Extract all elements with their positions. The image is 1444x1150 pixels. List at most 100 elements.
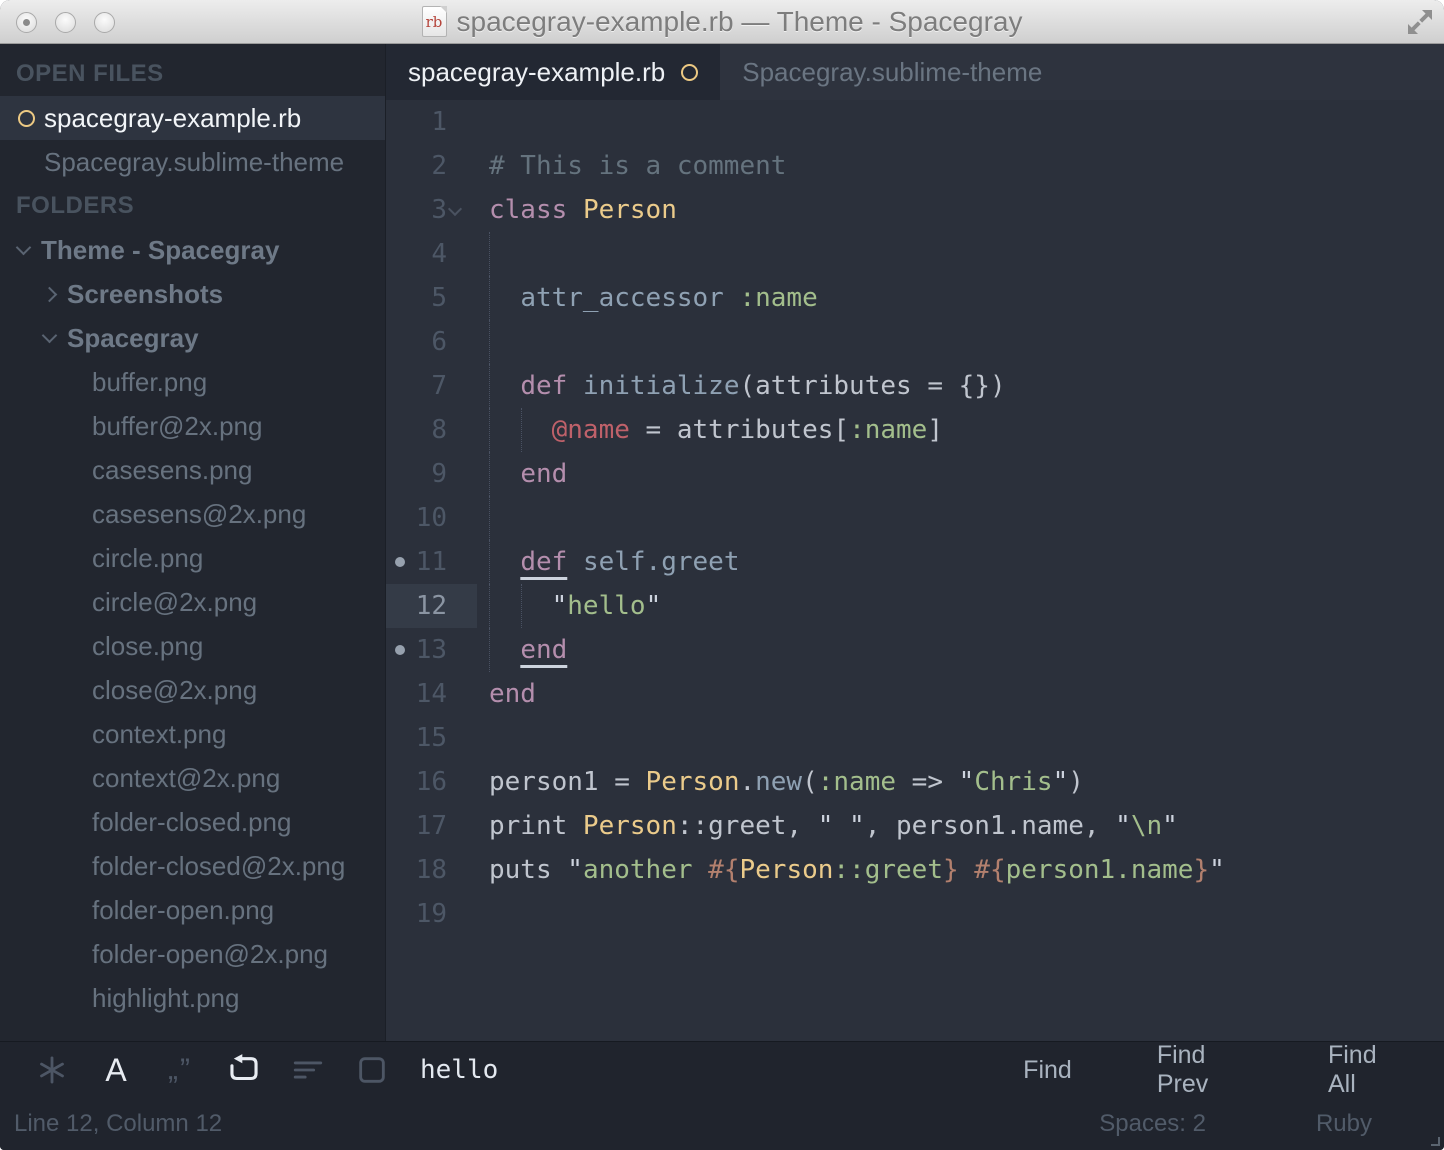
line-number: 17 xyxy=(386,804,477,848)
chevron-down-icon[interactable] xyxy=(42,327,58,343)
folders-heading: FOLDERS xyxy=(0,184,385,228)
code-line[interactable]: 9 end xyxy=(386,452,1444,496)
tree-file-item[interactable]: buffer.png xyxy=(0,360,385,404)
code-line[interactable]: 5 attr_accessor :name xyxy=(386,276,1444,320)
chevron-right-icon[interactable] xyxy=(42,286,58,302)
tree-file-item[interactable]: buffer@2x.png xyxy=(0,404,385,448)
tree-file-item[interactable]: circle.png xyxy=(0,536,385,580)
code-line[interactable]: 15 xyxy=(386,716,1444,760)
tree-file-item[interactable]: casesens@2x.png xyxy=(0,492,385,536)
open-file-item[interactable]: Spacegray.sublime-theme xyxy=(0,140,385,184)
find-all-button[interactable]: Find All xyxy=(1328,1041,1394,1099)
tree-file-item[interactable]: circle@2x.png xyxy=(0,580,385,624)
line-number: 2 xyxy=(386,144,477,188)
code-line[interactable]: 7 def initialize(attributes = {}) xyxy=(386,364,1444,408)
code-line[interactable]: 12 "hello" xyxy=(386,584,1444,628)
tree-file-item[interactable]: context.png xyxy=(0,712,385,756)
tree-file-item[interactable]: close@2x.png xyxy=(0,668,385,712)
tree-file-item[interactable]: casesens.png xyxy=(0,448,385,492)
code-line[interactable]: 16person1 = Person.new(:name => "Chris") xyxy=(386,760,1444,804)
tree-file-item[interactable]: context@2x.png xyxy=(0,756,385,800)
fullscreen-icon[interactable] xyxy=(1404,6,1436,38)
code-segment: , person1.name, xyxy=(865,811,1115,841)
regex-icon[interactable] xyxy=(20,1053,84,1087)
line-number: 15 xyxy=(386,716,477,760)
code-line[interactable]: 3class Person xyxy=(386,188,1444,232)
tree-item-label: folder-open.png xyxy=(92,895,274,926)
zoom-button[interactable] xyxy=(94,12,115,33)
code-segment xyxy=(959,855,975,885)
syntax-mode[interactable]: Ruby xyxy=(1316,1110,1372,1138)
code-segment: #{ xyxy=(974,855,1005,885)
tree-item-label: Theme - Spacegray xyxy=(41,235,279,266)
code-segment: . xyxy=(739,767,755,797)
sidebar: OPEN FILES spacegray-example.rbSpacegray… xyxy=(0,44,386,1041)
wrap-icon[interactable] xyxy=(212,1053,276,1087)
code-line[interactable]: 18puts "another #{Person::greet} #{perso… xyxy=(386,848,1444,892)
tree-item-label: context@2x.png xyxy=(92,763,280,794)
code-line[interactable]: 8 @name = attributes[:name] xyxy=(386,408,1444,452)
open-file-item[interactable]: spacegray-example.rb xyxy=(0,96,385,140)
in-selection-icon[interactable] xyxy=(276,1053,340,1087)
code-line[interactable]: 4 xyxy=(386,232,1444,276)
code-segment: } xyxy=(1193,855,1209,885)
code-line[interactable]: 17print Person::greet, " ", person1.name… xyxy=(386,804,1444,848)
whole-word-icon[interactable]: „” xyxy=(148,1053,212,1087)
editor-tab[interactable]: Spacegray.sublime-theme xyxy=(720,44,1064,100)
modified-dot xyxy=(23,19,30,26)
code-segment: " xyxy=(1162,811,1178,841)
find-bar: A„” Find Find Prev Find All xyxy=(0,1041,1444,1098)
editor-tab[interactable]: spacegray-example.rb xyxy=(386,44,720,100)
code-segment xyxy=(489,415,552,445)
code-line[interactable]: 1 xyxy=(386,100,1444,144)
tree-file-item[interactable]: folder-closed.png xyxy=(0,800,385,844)
code-line[interactable]: 13 end xyxy=(386,628,1444,672)
code-editor[interactable]: 12# This is a comment3class Person45 att… xyxy=(386,100,1444,1041)
tree-file-item[interactable]: close.png xyxy=(0,624,385,668)
code-segment: @name xyxy=(552,415,630,445)
code-segment xyxy=(567,371,583,401)
find-input[interactable] xyxy=(420,1055,938,1085)
tree-folder-item[interactable]: Theme - Spacegray xyxy=(0,228,385,272)
code-text: def initialize(attributes = {}) xyxy=(489,364,1006,408)
code-line[interactable]: 2# This is a comment xyxy=(386,144,1444,188)
code-text: class Person xyxy=(489,188,677,232)
tree-file-item[interactable]: folder-open.png xyxy=(0,888,385,932)
code-line[interactable]: 6 xyxy=(386,320,1444,364)
tree-folder-item[interactable]: Spacegray xyxy=(0,316,385,360)
chevron-down-icon[interactable] xyxy=(16,239,32,255)
tree-file-item[interactable]: folder-open@2x.png xyxy=(0,932,385,976)
code-segment: attr_accessor xyxy=(520,283,724,313)
code-segment: " " xyxy=(818,811,865,841)
code-segment: end xyxy=(520,459,567,489)
close-button[interactable] xyxy=(16,12,37,33)
tree-item-label: Spacegray xyxy=(67,323,199,354)
open-file-label: Spacegray.sublime-theme xyxy=(44,147,344,178)
tree-folder-item[interactable]: Screenshots xyxy=(0,272,385,316)
code-segment: Chris xyxy=(974,767,1052,797)
tree-file-item[interactable]: folder-closed@2x.png xyxy=(0,844,385,888)
code-line[interactable]: 11 def self.greet xyxy=(386,540,1444,584)
minimize-button[interactable] xyxy=(55,12,76,33)
code-line[interactable]: 10 xyxy=(386,496,1444,540)
indent-setting[interactable]: Spaces: 2 xyxy=(1099,1110,1206,1138)
tree-item-label: folder-closed.png xyxy=(92,807,291,838)
tree-file-item[interactable]: highlight.png xyxy=(0,976,385,1020)
tree-item-label: close.png xyxy=(92,631,203,662)
code-segment: " xyxy=(567,855,583,885)
status-bar: Line 12, Column 12 Spaces: 2 Ruby xyxy=(0,1098,1444,1150)
line-number: 6 xyxy=(386,320,477,364)
code-line[interactable]: 14end xyxy=(386,672,1444,716)
code-segment: def xyxy=(520,547,567,577)
find-prev-button[interactable]: Find Prev xyxy=(1157,1041,1243,1099)
case-sensitive-icon[interactable]: A xyxy=(84,1053,148,1087)
code-segment: Person xyxy=(739,855,833,885)
line-number: 10 xyxy=(386,496,477,540)
preserve-case-icon[interactable] xyxy=(340,1053,404,1087)
code-segment: ] xyxy=(927,415,943,445)
indent-guide xyxy=(489,232,490,276)
code-segment: ) xyxy=(1068,767,1084,797)
find-button[interactable]: Find xyxy=(1023,1056,1072,1085)
resize-grip[interactable] xyxy=(1431,1137,1440,1146)
code-line[interactable]: 19 xyxy=(386,892,1444,936)
